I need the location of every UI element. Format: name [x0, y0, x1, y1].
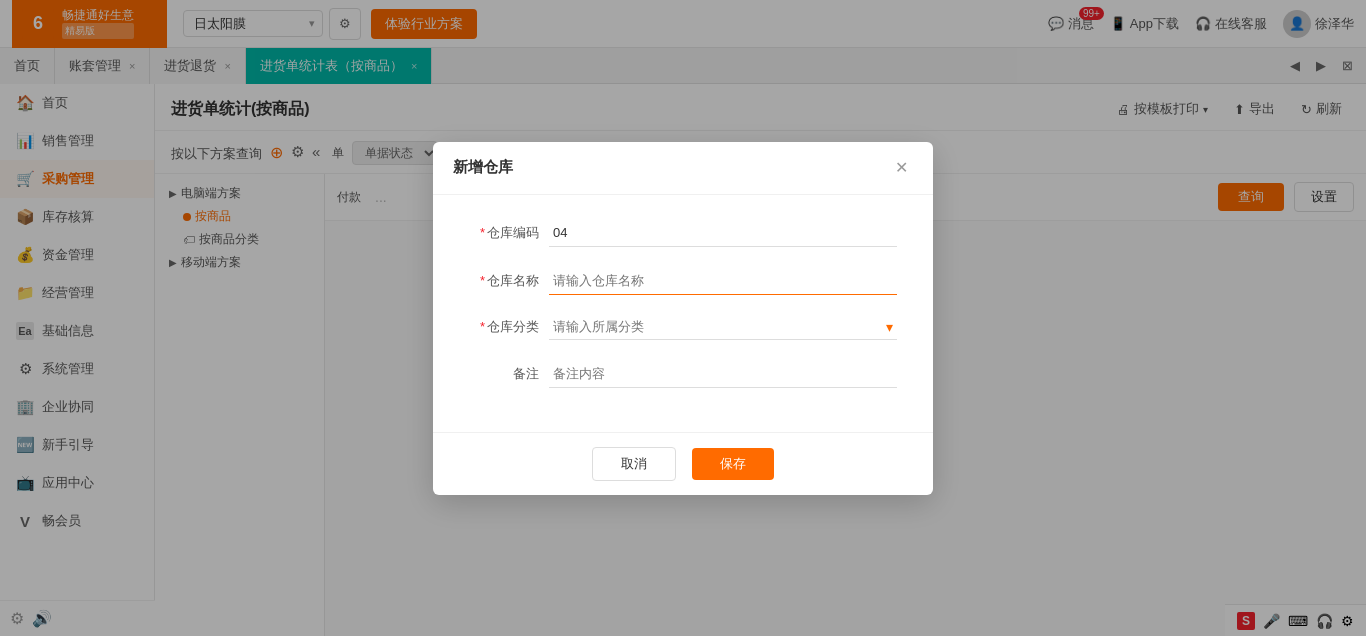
category-label: 仓库分类: [469, 318, 549, 336]
dialog-body: 仓库编码 仓库名称 仓库分类 ▾ 备注: [433, 195, 933, 432]
dialog-overlay: 新增仓库 ✕ 仓库编码 仓库名称 仓库分类 ▾: [0, 0, 1366, 636]
name-label: 仓库名称: [469, 272, 549, 290]
dialog-footer: 取消 保存: [433, 432, 933, 495]
form-row-note: 备注: [469, 360, 897, 388]
category-input[interactable]: [553, 319, 886, 334]
category-chevron-icon[interactable]: ▾: [886, 319, 893, 335]
category-select[interactable]: ▾: [549, 315, 897, 340]
code-input[interactable]: [549, 219, 897, 247]
dialog-header: 新增仓库 ✕: [433, 142, 933, 195]
cancel-button[interactable]: 取消: [592, 447, 676, 481]
name-input[interactable]: [549, 267, 897, 295]
form-row-name: 仓库名称: [469, 267, 897, 295]
code-label: 仓库编码: [469, 224, 549, 242]
warehouse-dialog: 新增仓库 ✕ 仓库编码 仓库名称 仓库分类 ▾: [433, 142, 933, 495]
form-row-code: 仓库编码: [469, 219, 897, 247]
note-label: 备注: [469, 365, 549, 383]
save-button[interactable]: 保存: [692, 448, 774, 480]
dialog-close-button[interactable]: ✕: [889, 156, 913, 180]
dialog-title: 新增仓库: [453, 158, 513, 177]
form-row-category: 仓库分类 ▾: [469, 315, 897, 340]
note-input[interactable]: [549, 360, 897, 388]
